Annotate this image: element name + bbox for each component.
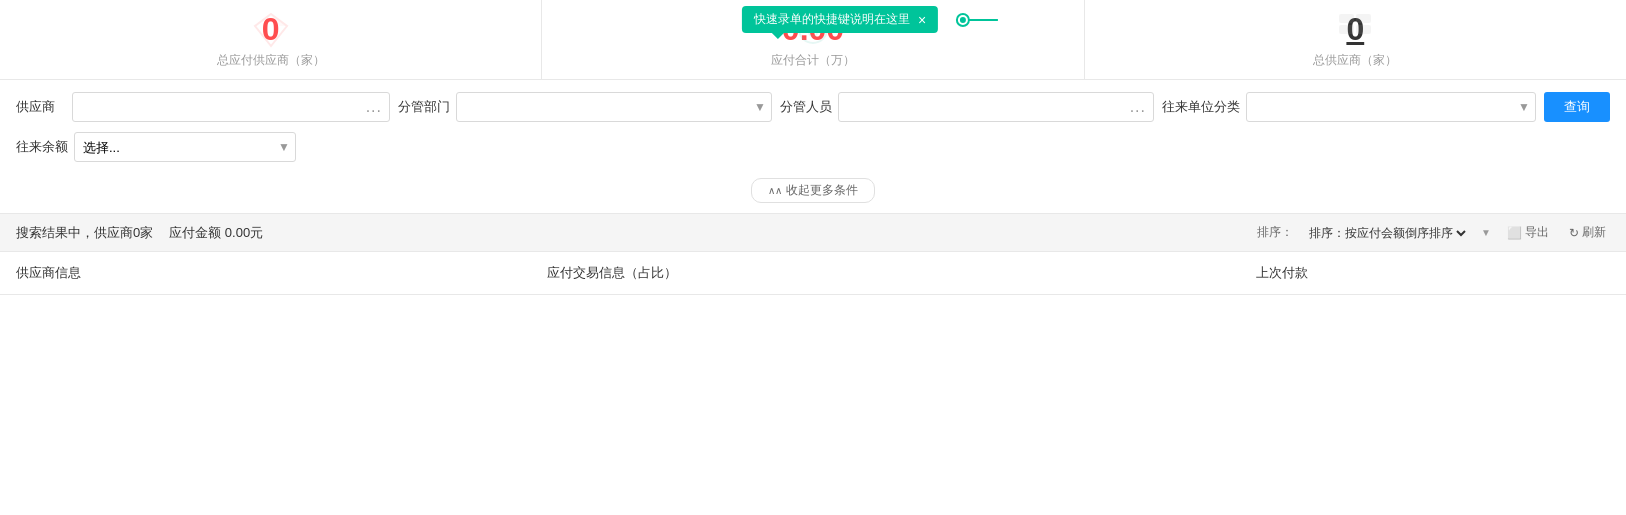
export-label: 导出 (1525, 224, 1549, 241)
search-btn[interactable]: 查询 (1544, 92, 1610, 122)
search-row-2: 往来余额 选择... ▼ (16, 132, 1610, 162)
export-icon: ⬜ (1507, 226, 1522, 240)
tooltip-text: 快速录单的快捷键说明在这里 (754, 11, 910, 28)
tooltip-bubble: 快速录单的快捷键说明在这里 × (742, 6, 938, 33)
vendor-dots-btn[interactable]: ... (362, 96, 386, 118)
person-dots-btn[interactable]: ... (1126, 96, 1150, 118)
table-body (0, 295, 1626, 495)
person-input[interactable] (838, 92, 1154, 122)
vendor-input-wrapper: ... (72, 92, 390, 122)
sort-label-text: 排序： (1257, 224, 1293, 241)
payable-total-label: 应付合计（万） (771, 52, 855, 69)
collapse-up-icon: ∧∧ (768, 185, 782, 196)
svg-marker-0 (255, 14, 287, 46)
person-field: 分管人员 ... (780, 92, 1154, 122)
collapse-btn[interactable]: ∧∧ 收起更多条件 (751, 178, 875, 203)
vendor-field: 供应商 ... (16, 92, 390, 122)
search-row-1: 供应商 ... 分管部门 ▼ 分管人员 ... (16, 92, 1610, 122)
tooltip-line (968, 19, 998, 21)
export-btn[interactable]: ⬜ 导出 (1503, 222, 1553, 243)
category-select[interactable] (1246, 92, 1536, 122)
tooltip-dot (958, 15, 968, 25)
sort-select[interactable]: 排序：按应付会额倒序排序 (1305, 225, 1469, 241)
person-label: 分管人员 (780, 98, 832, 116)
stat-total-payable-vendors: 0 总应付供应商（家） (0, 0, 542, 79)
person-input-wrapper: ... (838, 92, 1154, 122)
results-left: 搜索结果中，供应商0家 应付金额 0.00元 (16, 224, 263, 242)
results-right: 排序： 排序：按应付会额倒序排序 ▼ ⬜ 导出 ↻ 刷新 (1257, 222, 1610, 243)
table-col1-header: 供应商信息 (16, 264, 547, 282)
collapse-btn-label: 收起更多条件 (786, 182, 858, 199)
category-select-wrapper: ▼ (1246, 92, 1536, 122)
dept-select-wrapper: ▼ (456, 92, 772, 122)
stat-payable-total: 0.00 应付合计（万） 快速录单的快捷键说明在这里 × (542, 0, 1084, 79)
balance-label: 往来余额 (16, 138, 68, 156)
balance-select[interactable]: 选择... (74, 132, 296, 162)
stats-bar: 0 总应付供应商（家） 0.00 应付合计（万） 快速录单的快捷键说明在这里 × (0, 0, 1626, 80)
table-header: 供应商信息 应付交易信息（占比） 上次付款 (0, 252, 1626, 295)
category-field: 往来单位分类 ▼ (1162, 92, 1536, 122)
total-payable-vendors-label: 总应付供应商（家） (217, 52, 325, 69)
dept-field: 分管部门 ▼ (398, 92, 772, 122)
collapse-row: ∧∧ 收起更多条件 (16, 172, 1610, 213)
amount-label: 应付金额 0.00元 (169, 224, 263, 242)
dept-label: 分管部门 (398, 98, 450, 116)
sort-chevron-icon: ▼ (1481, 227, 1491, 238)
refresh-label: 刷新 (1582, 224, 1606, 241)
stat-total-vendors: 0 总供应商（家） (1085, 0, 1626, 79)
vendor-label: 供应商 (16, 98, 66, 116)
refresh-btn[interactable]: ↻ 刷新 (1565, 222, 1610, 243)
search-bar: 供应商 ... 分管部门 ▼ 分管人员 ... (0, 80, 1626, 214)
results-bar: 搜索结果中，供应商0家 应付金额 0.00元 排序： 排序：按应付会额倒序排序 … (0, 214, 1626, 252)
vendor-count-label: 搜索结果中，供应商0家 (16, 224, 153, 242)
vendor-input[interactable] (72, 92, 390, 122)
refresh-icon: ↻ (1569, 226, 1579, 240)
total-vendors-label: 总供应商（家） (1313, 52, 1397, 69)
tooltip-close-btn[interactable]: × (918, 13, 926, 27)
balance-field: 往来余额 选择... ▼ (16, 132, 296, 162)
table-col2-header: 应付交易信息（占比） (547, 264, 1255, 282)
balance-select-wrapper: 选择... ▼ (74, 132, 296, 162)
diamond-icon (251, 10, 291, 50)
dept-select[interactable] (456, 92, 772, 122)
category-label: 往来单位分类 (1162, 98, 1240, 116)
table-col3-header: 上次付款 (1256, 264, 1610, 282)
